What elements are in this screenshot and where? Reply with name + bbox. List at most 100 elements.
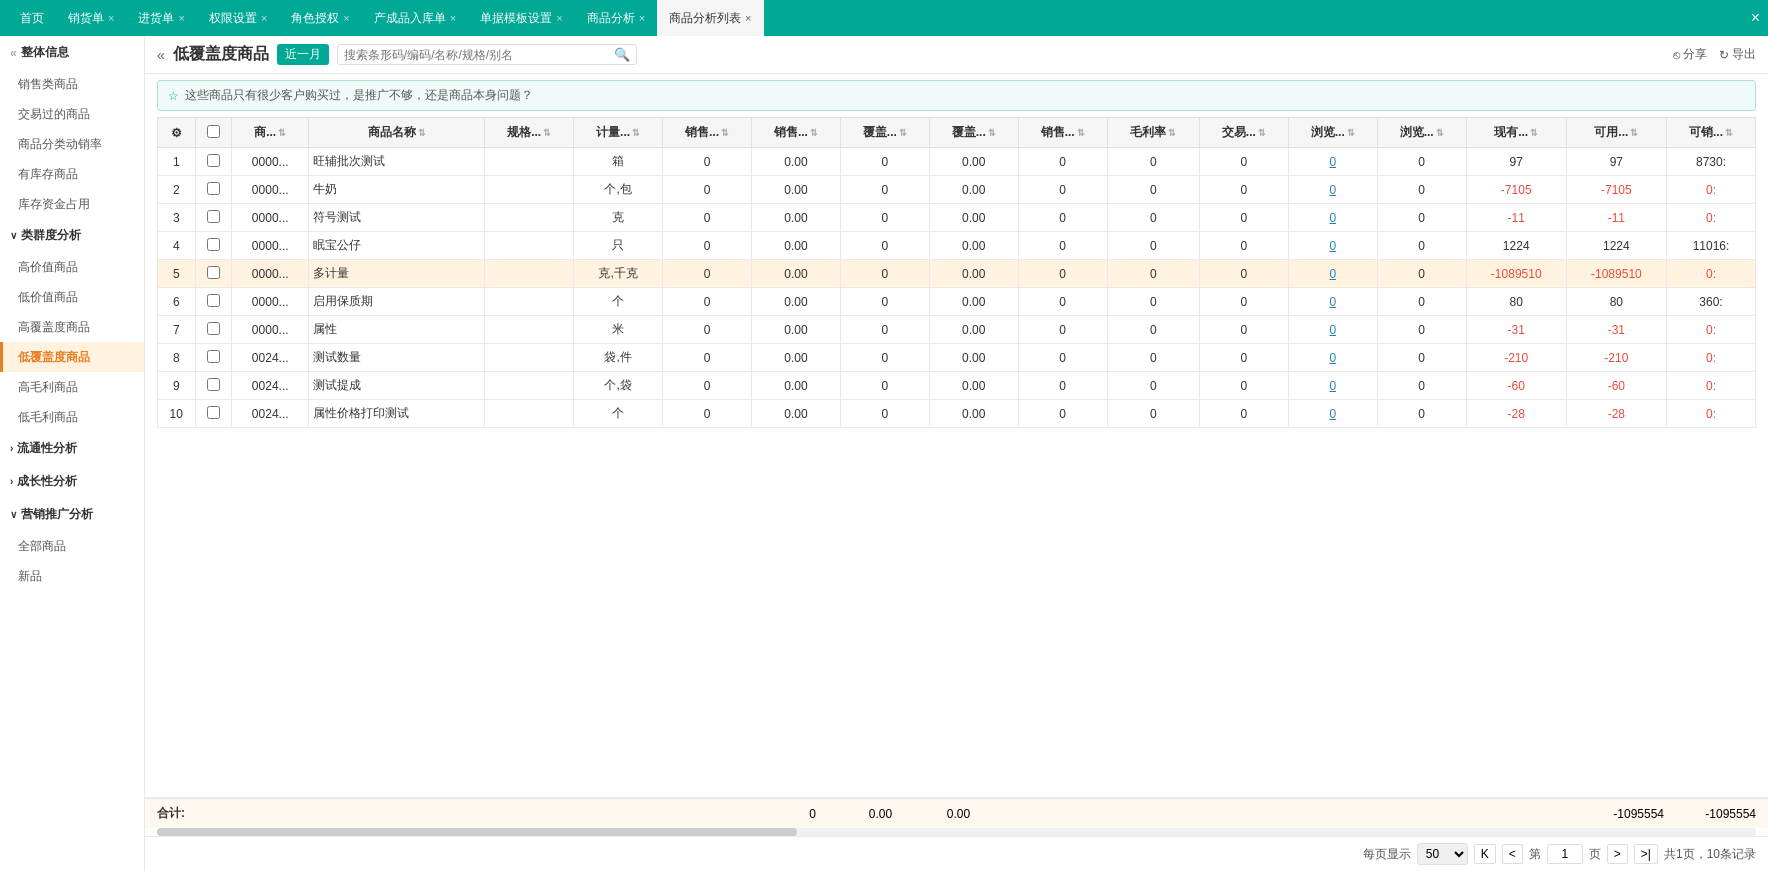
export-button[interactable]: ↻ 导出 — [1719, 46, 1756, 63]
close-template-tab[interactable]: × — [556, 12, 562, 24]
sidebar-item-low-coverage[interactable]: 低覆盖度商品 — [0, 342, 144, 372]
browse1-link[interactable]: 0 — [1329, 323, 1336, 337]
close-permission-tab[interactable]: × — [261, 12, 267, 24]
row-checkbox[interactable] — [207, 378, 220, 391]
sidebar-item-inventory-goods[interactable]: 有库存商品 — [0, 159, 144, 189]
browse1-link[interactable]: 0 — [1329, 351, 1336, 365]
sidebar-item-category-rate[interactable]: 商品分类动销率 — [0, 129, 144, 159]
sidebar-collapse-button[interactable]: « — [157, 47, 165, 63]
col-sales-amount[interactable]: 销售...⇅ — [751, 118, 840, 148]
col-unit[interactable]: 计量...⇅ — [574, 118, 663, 148]
browse1-link[interactable]: 0 — [1329, 239, 1336, 253]
sidebar-item-high-value[interactable]: 高价值商品 — [0, 252, 144, 282]
row-checkbox[interactable] — [207, 266, 220, 279]
col-current[interactable]: 现有...⇅ — [1466, 118, 1566, 148]
col-trade[interactable]: 交易...⇅ — [1199, 118, 1288, 148]
close-all-button[interactable]: × — [1751, 9, 1760, 27]
nav-tab-analysis[interactable]: 商品分析 × — [575, 0, 657, 36]
next-page-button[interactable]: > — [1607, 844, 1628, 864]
row-checkbox[interactable] — [207, 350, 220, 363]
close-analysis-list-tab[interactable]: × — [745, 12, 751, 24]
row-checkbox-cell[interactable] — [195, 288, 232, 316]
browse1-link[interactable]: 0 — [1329, 211, 1336, 225]
row-checkbox-cell[interactable] — [195, 148, 232, 176]
nav-tab-purchase[interactable]: 进货单 × — [126, 0, 196, 36]
sidebar-section-growth[interactable]: › 成长性分析 — [0, 465, 144, 498]
search-input[interactable] — [344, 48, 614, 62]
browse1-link[interactable]: 0 — [1329, 267, 1336, 281]
row-browse1[interactable]: 0 — [1288, 260, 1377, 288]
col-available[interactable]: 可用...⇅ — [1566, 118, 1666, 148]
share-button[interactable]: ⎋ 分享 — [1673, 46, 1707, 63]
table-container[interactable]: ⚙ 商...⇅ 商品名称⇅ 规格...⇅ 计量...⇅ 销售...⇅ 销售...… — [157, 117, 1756, 797]
col-code[interactable]: 商...⇅ — [232, 118, 309, 148]
col-coverage1[interactable]: 覆盖...⇅ — [840, 118, 929, 148]
row-checkbox-cell[interactable] — [195, 372, 232, 400]
row-browse1[interactable]: 0 — [1288, 176, 1377, 204]
select-all-checkbox[interactable] — [207, 125, 220, 138]
sidebar-item-low-profit[interactable]: 低毛利商品 — [0, 402, 144, 432]
row-checkbox-cell[interactable] — [195, 344, 232, 372]
sidebar-item-all-goods[interactable]: 全部商品 — [0, 531, 144, 561]
sidebar-section-cluster[interactable]: ∨ 类群度分析 — [0, 219, 144, 252]
first-page-button[interactable]: K — [1474, 844, 1496, 864]
browse1-link[interactable]: 0 — [1329, 295, 1336, 309]
last-page-button[interactable]: >| — [1634, 844, 1658, 864]
browse1-link[interactable]: 0 — [1329, 379, 1336, 393]
sidebar-item-low-value[interactable]: 低价值商品 — [0, 282, 144, 312]
sidebar-item-sales-goods[interactable]: 销售类商品 — [0, 69, 144, 99]
row-checkbox-cell[interactable] — [195, 204, 232, 232]
sidebar-item-new-goods[interactable]: 新品 — [0, 561, 144, 591]
row-checkbox[interactable] — [207, 154, 220, 167]
col-coverage2[interactable]: 覆盖...⇅ — [929, 118, 1018, 148]
close-purchase-tab[interactable]: × — [178, 12, 184, 24]
row-checkbox[interactable] — [207, 182, 220, 195]
row-browse1[interactable]: 0 — [1288, 232, 1377, 260]
row-browse1[interactable]: 0 — [1288, 204, 1377, 232]
row-browse1[interactable]: 0 — [1288, 344, 1377, 372]
row-checkbox[interactable] — [207, 322, 220, 335]
nav-tab-sales[interactable]: 销货单 × — [56, 0, 126, 36]
row-checkbox[interactable] — [207, 294, 220, 307]
sidebar-section-overall[interactable]: « 整体信息 — [0, 36, 144, 69]
col-browse1[interactable]: 浏览...⇅ — [1288, 118, 1377, 148]
prev-page-button[interactable]: < — [1502, 844, 1523, 864]
browse1-link[interactable]: 0 — [1329, 155, 1336, 169]
close-analysis-tab[interactable]: × — [639, 12, 645, 24]
col-sales-days[interactable]: 销售...⇅ — [1018, 118, 1107, 148]
row-browse1[interactable]: 0 — [1288, 316, 1377, 344]
col-check[interactable] — [195, 118, 232, 148]
nav-tab-warehouse[interactable]: 产成品入库单 × — [362, 0, 468, 36]
browse1-link[interactable]: 0 — [1329, 183, 1336, 197]
sidebar-section-marketing[interactable]: ∨ 营销推广分析 — [0, 498, 144, 531]
time-filter-button[interactable]: 近一月 — [277, 44, 329, 65]
row-checkbox[interactable] — [207, 406, 220, 419]
row-checkbox-cell[interactable] — [195, 400, 232, 428]
col-settings[interactable]: ⚙ — [158, 118, 196, 148]
row-browse1[interactable]: 0 — [1288, 400, 1377, 428]
col-browse2[interactable]: 浏览...⇅ — [1377, 118, 1466, 148]
sidebar-item-traded-goods[interactable]: 交易过的商品 — [0, 99, 144, 129]
close-role-tab[interactable]: × — [343, 12, 349, 24]
row-checkbox[interactable] — [207, 238, 220, 251]
col-sales-count[interactable]: 销售...⇅ — [663, 118, 752, 148]
row-browse1[interactable]: 0 — [1288, 372, 1377, 400]
row-checkbox-cell[interactable] — [195, 232, 232, 260]
row-checkbox-cell[interactable] — [195, 176, 232, 204]
close-sales-tab[interactable]: × — [108, 12, 114, 24]
browse1-link[interactable]: 0 — [1329, 407, 1336, 421]
row-checkbox[interactable] — [207, 210, 220, 223]
col-gross-rate[interactable]: 毛利率⇅ — [1107, 118, 1199, 148]
row-browse1[interactable]: 0 — [1288, 148, 1377, 176]
close-warehouse-tab[interactable]: × — [450, 12, 456, 24]
nav-tab-permission[interactable]: 权限设置 × — [197, 0, 279, 36]
sidebar-item-high-coverage[interactable]: 高覆盖度商品 — [0, 312, 144, 342]
nav-tab-home[interactable]: 首页 — [8, 0, 56, 36]
nav-tab-analysis-list[interactable]: 商品分析列表 × — [657, 0, 763, 36]
sidebar-section-liquidity[interactable]: › 流通性分析 — [0, 432, 144, 465]
page-size-select[interactable]: 50 100 200 — [1417, 843, 1468, 865]
row-checkbox-cell[interactable] — [195, 316, 232, 344]
sidebar-item-capital-occupy[interactable]: 库存资金占用 — [0, 189, 144, 219]
sidebar-item-high-profit[interactable]: 高毛利商品 — [0, 372, 144, 402]
nav-tab-template[interactable]: 单据模板设置 × — [468, 0, 574, 36]
